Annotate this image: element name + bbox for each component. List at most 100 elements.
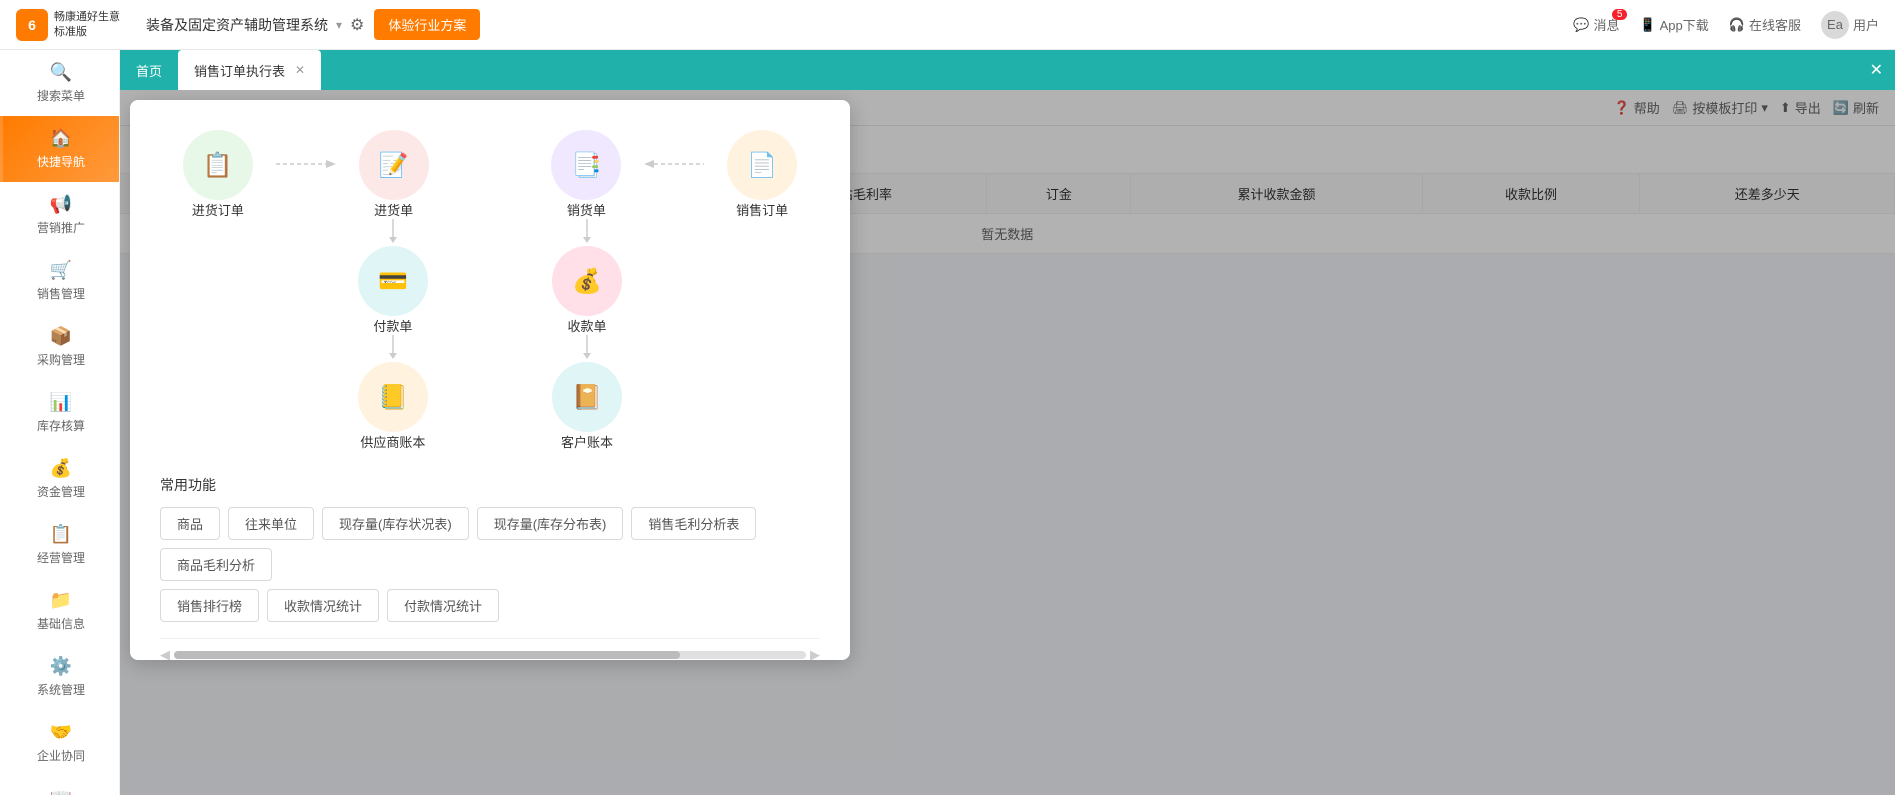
- finance-icon: 💰: [50, 458, 72, 479]
- tab-sales-exec-label: 销售订单执行表: [194, 61, 285, 80]
- arrow-receipt-down: [529, 335, 645, 362]
- sidebar-item-system[interactable]: ⚙️ 系统管理: [0, 644, 119, 710]
- guide-icon: 📖: [50, 788, 72, 795]
- func-btn-payment-stats[interactable]: 付款情况统计: [387, 589, 499, 622]
- flow-node-supplier-account[interactable]: 📒: [358, 362, 428, 432]
- tab-home-label: 首页: [136, 61, 162, 80]
- scrollbar-thumb: [174, 651, 680, 659]
- sidebar-item-operations[interactable]: 📋 经营管理: [0, 512, 119, 578]
- sidebar-item-purchase[interactable]: 📦 采购管理: [0, 314, 119, 380]
- sidebar-item-finance[interactable]: 💰 资金管理: [0, 446, 119, 512]
- sidebar-item-marketing[interactable]: 📢 营销推广: [0, 182, 119, 248]
- flow-node-sales-bill[interactable]: 📑: [551, 130, 621, 200]
- flow-node-payment-bill[interactable]: 💳: [358, 246, 428, 316]
- tab-bar: 首页 销售订单执行表 ✕ ✕: [120, 50, 1895, 90]
- tab-home[interactable]: 首页: [120, 50, 178, 90]
- system-dropdown-icon[interactable]: ▾: [336, 18, 342, 32]
- sales-icon: 🛒: [50, 260, 72, 281]
- app-title: 装备及固定资产辅助管理系统: [146, 15, 328, 35]
- flow-label-payment-bill: 付款单: [373, 316, 412, 335]
- func-buttons-row2: 销售排行榜 收款情况统计 付款情况统计: [160, 589, 820, 622]
- modal-scrollbar-area: ◀ ▶: [160, 638, 820, 660]
- func-btn-receipt-stats[interactable]: 收款情况统计: [267, 589, 379, 622]
- message-icon: 💬: [1573, 17, 1589, 33]
- sidebar-label-search: 搜索菜单: [37, 87, 85, 104]
- sidebar-item-quick-nav[interactable]: 🏠 快捷导航: [0, 116, 119, 182]
- message-badge: 5: [1612, 9, 1628, 20]
- scroll-right-icon[interactable]: ▶: [810, 647, 820, 660]
- func-btn-product-gross[interactable]: 商品毛利分析: [160, 548, 272, 581]
- home-icon: 🏠: [50, 128, 72, 149]
- sidebar-item-search[interactable]: 🔍 搜索菜单: [0, 50, 119, 116]
- logo-area: 6 畅康通好生意 标准版: [16, 9, 136, 41]
- app-download-action[interactable]: 📱 App下载: [1639, 15, 1708, 34]
- flow-node-customer-account[interactable]: 📔: [552, 362, 622, 432]
- basic-info-icon: 📁: [50, 590, 72, 611]
- inventory-icon: 📊: [50, 392, 72, 413]
- flow-node-purchase-bill[interactable]: 📝: [359, 130, 429, 200]
- tab-close-icon[interactable]: ✕: [295, 63, 305, 77]
- sidebar-label-purchase: 采购管理: [37, 351, 85, 368]
- arrow-payment-down: [335, 335, 451, 362]
- scroll-left-icon[interactable]: ◀: [160, 647, 170, 660]
- sidebar-label-enterprise: 企业协同: [37, 747, 85, 764]
- flow-label-sales-bill: 销货单: [567, 200, 606, 219]
- user-action[interactable]: Ea 用户: [1821, 11, 1879, 39]
- operations-icon: 📋: [50, 524, 72, 545]
- flow-label-purchase-order: 进货订单: [192, 200, 244, 219]
- sidebar-item-enterprise[interactable]: 🤝 企业协同: [0, 710, 119, 776]
- flow-node-purchase-order[interactable]: 📋: [183, 130, 253, 200]
- sidebar-item-basic-info[interactable]: 📁 基础信息: [0, 578, 119, 644]
- func-btn-sales-gross[interactable]: 销售毛利分析表: [631, 507, 756, 540]
- logo-text: 畅康通好生意 标准版: [54, 10, 120, 39]
- scrollbar[interactable]: ◀ ▶: [160, 647, 820, 660]
- sidebar: 🔍 搜索菜单 🏠 快捷导航 📢 营销推广 🛒 销售管理 📦 采购管理 📊: [0, 50, 120, 795]
- tab-sales-exec[interactable]: 销售订单执行表 ✕: [178, 50, 321, 90]
- settings-icon[interactable]: ⚙: [350, 15, 364, 35]
- flow-node-receipt-bill[interactable]: 💰: [552, 246, 622, 316]
- message-action[interactable]: 💬 消息 5: [1573, 15, 1619, 34]
- sidebar-label-quick-nav: 快捷导航: [37, 153, 85, 170]
- online-service-action[interactable]: 🎧 在线客服: [1729, 15, 1801, 34]
- sidebar-label-basic-info: 基础信息: [37, 615, 85, 632]
- logo-icon: 6: [16, 9, 48, 41]
- func-buttons: 商品 往来单位 现存量(库存状况表) 现存量(库存分布表) 销售毛利分析表 商品…: [160, 507, 820, 581]
- arrow-pb-down: [335, 219, 451, 246]
- flow-node-sales-order[interactable]: 📄: [727, 130, 797, 200]
- marketing-icon: 📢: [50, 194, 72, 215]
- sidebar-label-system: 系统管理: [37, 681, 85, 698]
- flow-label-purchase-bill: 进货单: [374, 200, 413, 219]
- func-btn-stock-dist[interactable]: 现存量(库存分布表): [477, 507, 624, 540]
- sidebar-item-sales[interactable]: 🛒 销售管理: [0, 248, 119, 314]
- sidebar-item-inventory[interactable]: 📊 库存核算: [0, 380, 119, 446]
- scrollbar-track[interactable]: [174, 651, 806, 659]
- modal-overlay: 📋 进货订单 📝 进货单: [120, 90, 1895, 795]
- trial-button[interactable]: 体验行业方案: [374, 9, 480, 40]
- service-icon: 🎧: [1729, 17, 1745, 33]
- flow-label-customer-account: 客户账本: [561, 432, 613, 451]
- func-btn-sales-rank[interactable]: 销售排行榜: [160, 589, 259, 622]
- tab-bar-close-icon[interactable]: ✕: [1870, 60, 1883, 80]
- user-label: 用户: [1853, 15, 1879, 34]
- online-service-label: 在线客服: [1749, 15, 1801, 34]
- download-icon: 📱: [1639, 17, 1655, 33]
- common-func-title: 常用功能: [160, 475, 820, 495]
- flow-modal: 📋 进货订单 📝 进货单: [130, 100, 850, 660]
- sidebar-label-operations: 经营管理: [37, 549, 85, 566]
- system-icon: ⚙️: [50, 656, 72, 677]
- sidebar-label-finance: 资金管理: [37, 483, 85, 500]
- app-download-label: App下载: [1660, 15, 1709, 34]
- flow-label-supplier-account: 供应商账本: [360, 432, 425, 451]
- sidebar-label-inventory: 库存核算: [37, 417, 85, 434]
- func-btn-product[interactable]: 商品: [160, 507, 220, 540]
- func-btn-partners[interactable]: 往来单位: [228, 507, 314, 540]
- avatar-text: Ea: [1827, 17, 1843, 32]
- sidebar-item-guide[interactable]: 📖 新手引导: [0, 776, 119, 795]
- flow-diagram: 📋 进货订单 📝 进货单: [160, 130, 820, 451]
- arrow-so-to-sb: [644, 156, 704, 175]
- flow-label-sales-order: 销售订单: [736, 200, 788, 219]
- sidebar-label-marketing: 营销推广: [37, 219, 85, 236]
- page-content: ❓ 帮助 🖨 按模板打印 ▾ ⬆ 导出 🔄 刷新: [120, 90, 1895, 795]
- func-btn-stock-status[interactable]: 现存量(库存状况表): [322, 507, 469, 540]
- avatar: Ea: [1821, 11, 1849, 39]
